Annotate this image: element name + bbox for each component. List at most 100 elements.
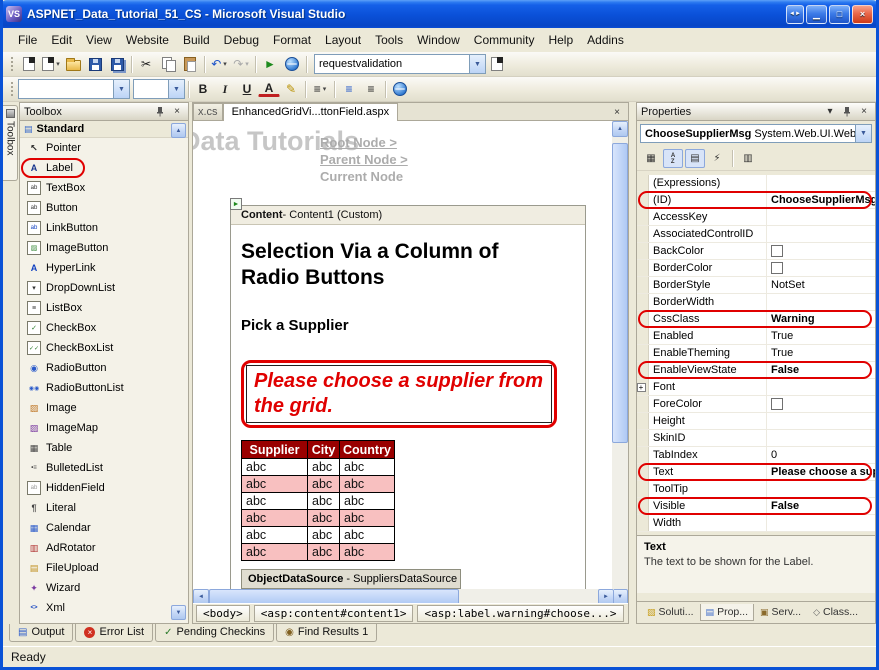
close-button[interactable]: × — [852, 5, 873, 24]
tag-path-body[interactable]: <body> — [196, 605, 250, 622]
redo-button[interactable]: ↷▾ — [230, 54, 252, 75]
property-row-height[interactable]: Height — [637, 413, 875, 430]
menu-window[interactable]: Window — [410, 30, 467, 50]
toolbox-item-hyperlink[interactable]: AHyperLink — [20, 258, 188, 278]
toolbox-item-image[interactable]: ▨Image — [20, 398, 188, 418]
property-value[interactable]: False — [767, 500, 875, 512]
start-debug-button[interactable]: ► — [259, 54, 281, 75]
toolbox-item-calendar[interactable]: ▦Calendar — [20, 518, 188, 538]
toolbox-item-checkboxlist[interactable]: ✓✓CheckBoxList — [20, 338, 188, 358]
highlight-button[interactable]: ✎ — [280, 79, 302, 100]
combo-dropdown-icon[interactable]: ▼ — [168, 80, 184, 98]
undo-button[interactable]: ↶▾ — [208, 54, 230, 75]
property-row-expressions[interactable]: (Expressions) — [637, 175, 875, 192]
title-bar[interactable]: VS ASPNET_Data_Tutorial_51_CS - Microsof… — [0, 0, 879, 28]
toolbox-item-xml[interactable]: <>Xml — [20, 598, 188, 618]
paste-button[interactable] — [179, 54, 201, 75]
close-icon[interactable]: × — [170, 105, 184, 118]
design-surface[interactable]: Data Tutorials Root Node >Parent Node >C… — [193, 121, 614, 589]
property-value[interactable]: 0 — [767, 449, 875, 461]
property-row-forecolor[interactable]: ForeColor — [637, 396, 875, 413]
toolbox-item-adrotator[interactable]: ▥AdRotator — [20, 538, 188, 558]
menu-community[interactable]: Community — [467, 30, 542, 50]
menu-tools[interactable]: Tools — [368, 30, 410, 50]
toolbox-item-pointer[interactable]: ↖Pointer — [20, 138, 188, 158]
toolbox-item-table[interactable]: ▦Table — [20, 438, 188, 458]
objectdatasource-control[interactable]: ObjectDataSource - SuppliersDataSource — [241, 569, 461, 589]
bold-button[interactable]: B — [192, 79, 214, 100]
toolbox-item-label[interactable]: ALabel — [20, 158, 188, 178]
window-switch-button[interactable]: ◄► — [786, 5, 804, 24]
save-button[interactable] — [84, 54, 106, 75]
tab-class[interactable]: ◇Class... — [807, 603, 864, 621]
combo-dropdown-icon[interactable]: ▼ — [469, 55, 485, 73]
property-row-borderwidth[interactable]: BorderWidth — [637, 294, 875, 311]
property-row-bordercolor[interactable]: BorderColor — [637, 260, 875, 277]
tab-designer-file[interactable]: EnhancedGridVi...ttonField.aspx — [223, 103, 399, 121]
property-value[interactable]: ChooseSupplierMsg — [767, 194, 875, 206]
property-row-text[interactable]: TextPlease choose a suppli — [637, 464, 875, 481]
vertical-scroll-thumb[interactable] — [612, 143, 628, 443]
toolbar-grip[interactable] — [10, 56, 14, 73]
property-row-enabled[interactable]: EnabledTrue — [637, 328, 875, 345]
align-button[interactable]: ≡▾ — [309, 79, 331, 100]
toolbar-grip[interactable] — [10, 81, 14, 98]
property-row-accesskey[interactable]: AccessKey — [637, 209, 875, 226]
object-selector-combo[interactable]: ChooseSupplierMsg System.Web.UI.WebCor ▼ — [640, 124, 872, 143]
tag-path-asp-content-content1[interactable]: <asp:content#content1> — [254, 605, 414, 622]
pin-icon[interactable] — [840, 105, 854, 118]
combo-dropdown-icon[interactable]: ▼ — [113, 80, 129, 98]
chevron-down-icon[interactable]: ▾ — [823, 105, 837, 118]
menu-edit[interactable]: Edit — [44, 30, 79, 50]
cut-button[interactable]: ✂ — [135, 54, 157, 75]
combo-dropdown-icon[interactable]: ▼ — [855, 125, 871, 142]
tab-output[interactable]: ▤Output — [9, 624, 73, 642]
tab-serv[interactable]: ▣Serv... — [754, 603, 807, 621]
expand-icon[interactable]: + — [637, 383, 646, 392]
property-value[interactable]: Warning — [767, 313, 875, 325]
alphabetical-sort-icon[interactable]: AZ — [663, 149, 683, 168]
font-size-combo[interactable]: ▼ — [133, 79, 185, 99]
toolbox-item-textbox[interactable]: abTextBox — [20, 178, 188, 198]
property-row-tabindex[interactable]: TabIndex0 — [637, 447, 875, 464]
tag-path-asp-label-warning-choose[interactable]: <asp:label.warning#choose...> — [417, 605, 623, 622]
toolbox-item-button[interactable]: abButton — [20, 198, 188, 218]
toolbox-item-checkbox[interactable]: ✓CheckBox — [20, 318, 188, 338]
property-row-borderstyle[interactable]: BorderStyleNotSet — [637, 277, 875, 294]
toolbox-item-linkbutton[interactable]: abLinkButton — [20, 218, 188, 238]
browse-button[interactable] — [281, 54, 303, 75]
properties-header[interactable]: Properties ▾ × — [637, 103, 875, 121]
property-row-cssclass[interactable]: CssClassWarning — [637, 311, 875, 328]
property-value[interactable] — [767, 245, 875, 257]
tab-find-results-1[interactable]: ◉Find Results 1 — [276, 624, 377, 642]
menu-format[interactable]: Format — [266, 30, 318, 50]
scroll-up-icon[interactable]: ▲ — [612, 121, 628, 137]
content-region[interactable]: ► Content - Content1 (Custom) Selection … — [230, 205, 586, 589]
tab-prop[interactable]: ▤Prop... — [700, 604, 754, 621]
find-options-button[interactable] — [486, 54, 508, 75]
property-row-tooltip[interactable]: ToolTip — [637, 481, 875, 498]
property-row-visible[interactable]: VisibleFalse — [637, 498, 875, 515]
property-value[interactable]: True — [767, 330, 875, 342]
font-name-combo[interactable]: ▼ — [18, 79, 130, 99]
hyperlink-button[interactable] — [389, 79, 411, 100]
tab-error-list[interactable]: ×Error List — [75, 624, 153, 642]
events-lightning-icon[interactable]: ⚡ — [707, 149, 727, 168]
toolbox-item-radiobutton[interactable]: ◉RadioButton — [20, 358, 188, 378]
property-value[interactable] — [767, 262, 875, 274]
categorized-icon[interactable]: ▦ — [641, 149, 661, 168]
property-value[interactable]: Please choose a suppli — [767, 466, 875, 478]
italic-button[interactable]: I — [214, 79, 236, 100]
property-row-enableviewstate[interactable]: EnableViewStateFalse — [637, 362, 875, 379]
save-all-button[interactable] — [106, 54, 128, 75]
property-pages-icon[interactable]: ▥ — [738, 149, 758, 168]
menu-help[interactable]: Help — [541, 30, 580, 50]
property-row-backcolor[interactable]: BackColor — [637, 243, 875, 260]
property-row-skinid[interactable]: SkinID — [637, 430, 875, 447]
minimize-button[interactable]: ▁ — [806, 5, 827, 24]
property-value[interactable]: NotSet — [767, 279, 875, 291]
property-row-enabletheming[interactable]: EnableThemingTrue — [637, 345, 875, 362]
toolbox-item-fileupload[interactable]: ▤FileUpload — [20, 558, 188, 578]
toolbox-header[interactable]: Toolbox × — [20, 103, 188, 121]
toolbox-item-dropdownlist[interactable]: ▾DropDownList — [20, 278, 188, 298]
